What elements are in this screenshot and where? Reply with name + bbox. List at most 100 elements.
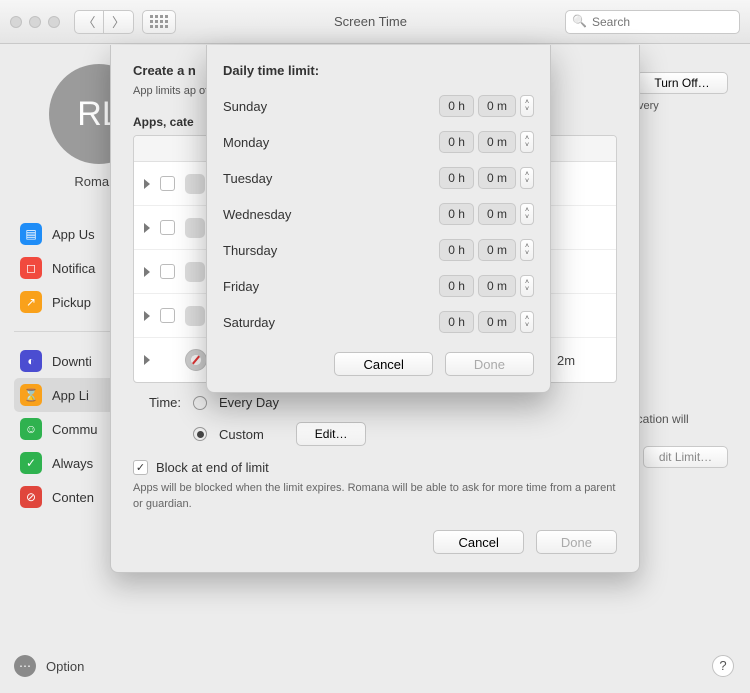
stepper-arrows[interactable]: ˄˅ [520,131,534,153]
sidebar-item-label: Conten [52,490,94,505]
window-controls [10,16,60,28]
custom-label: Custom [219,427,264,442]
sidebar-item-label: Commu [52,422,98,437]
checkbox[interactable] [160,308,175,323]
checkbox[interactable] [160,264,175,279]
sidebar-item-label: Pickup [52,295,91,310]
done-button[interactable]: Done [536,530,617,554]
stepper-arrows[interactable]: ˄˅ [520,311,534,333]
sidebar-item-label: Downti [52,354,92,369]
day-name: Wednesday [223,207,439,222]
minutes-field[interactable]: 0 m [478,311,516,333]
disclosure-icon[interactable] [144,223,150,233]
checkbox[interactable] [160,176,175,191]
chevron-up-icon: ˄ [525,207,529,214]
chevron-up-icon: ˄ [525,279,529,286]
close-icon[interactable] [10,16,22,28]
chevron-down-icon: ˅ [525,142,529,149]
hours-field[interactable]: 0 h [439,239,474,261]
app-icon [185,218,205,238]
show-all-button[interactable] [142,10,176,34]
time-stepper[interactable]: 0 h0 m˄˅ [439,203,534,225]
disclosure-icon[interactable] [144,267,150,277]
minutes-field[interactable]: 0 m [478,239,516,261]
forward-button[interactable]: 〉 [104,10,134,34]
hours-field[interactable]: 0 h [439,311,474,333]
time-stepper[interactable]: 0 h0 m˄˅ [439,311,534,333]
disclosure-icon[interactable] [144,355,150,365]
radio-every-day[interactable] [193,396,207,410]
radio-custom[interactable] [193,427,207,441]
day-row: Monday0 h0 m˄˅ [223,124,534,160]
stepper-arrows[interactable]: ˄˅ [520,275,534,297]
day-name: Saturday [223,315,439,330]
cancel-button[interactable]: Cancel [433,530,523,554]
day-name: Monday [223,135,439,150]
bell-icon: ◻ [20,257,42,279]
block-checkbox[interactable]: ✓ [133,460,148,475]
stack-icon: ▤ [20,223,42,245]
chevron-right-icon: 〉 [112,12,125,31]
titlebar: 〈 〉 Screen Time [0,0,750,44]
block-label: Block at end of limit [156,460,269,475]
minutes-field[interactable]: 0 m [478,95,516,117]
chevron-down-icon: ˅ [525,250,529,257]
hours-field[interactable]: 0 h [439,167,474,189]
options-button[interactable]: ⋯ Option [14,655,84,677]
chevron-down-icon: ˅ [525,178,529,185]
window-title: Screen Time [184,14,557,29]
time-stepper[interactable]: 0 h0 m˄˅ [439,95,534,117]
minutes-field[interactable]: 0 m [478,131,516,153]
minutes-field[interactable]: 0 m [478,167,516,189]
back-button[interactable]: 〈 [74,10,104,34]
stage: RL Romana ▤ App Us ◻ Notifica ↗ Pickup ◐… [0,44,750,693]
sidebar-item-label: App Us [52,227,95,242]
time-stepper[interactable]: 0 h0 m˄˅ [439,131,534,153]
app-icon [185,262,205,282]
nav-group: 〈 〉 [74,10,134,34]
time-stepper[interactable]: 0 h0 m˄˅ [439,275,534,297]
disclosure-icon[interactable] [144,179,150,189]
sidebar-item-label: App Li [52,388,89,403]
chevron-down-icon: ˅ [525,322,529,329]
zoom-icon[interactable] [48,16,60,28]
stepper-arrows[interactable]: ˄˅ [520,203,534,225]
minimize-icon[interactable] [29,16,41,28]
done-button[interactable]: Done [445,352,534,376]
edit-button[interactable]: Edit… [296,422,367,446]
safari-icon [185,349,207,371]
chevron-up-icon: ˄ [525,315,529,322]
ellipsis-icon: ⋯ [14,655,36,677]
minutes-field[interactable]: 0 m [478,203,516,225]
stepper-arrows[interactable]: ˄˅ [520,95,534,117]
day-row: Tuesday0 h0 m˄˅ [223,160,534,196]
turn-off-button[interactable]: Turn Off… [636,72,728,94]
hours-field[interactable]: 0 h [439,275,474,297]
minutes-field[interactable]: 0 m [478,275,516,297]
stepper-arrows[interactable]: ˄˅ [520,239,534,261]
time-stepper[interactable]: 0 h0 m˄˅ [439,239,534,261]
options-label: Option [46,659,84,674]
day-row: Friday0 h0 m˄˅ [223,268,534,304]
search-input[interactable] [565,10,740,34]
disclosure-icon[interactable] [144,311,150,321]
sidebar-item-label: Notifica [52,261,95,276]
check-icon: ✓ [20,452,42,474]
help-button[interactable]: ? [712,655,734,677]
hourglass-icon: ⌛ [20,384,42,406]
edit-limit-button[interactable]: dit Limit… [643,446,728,468]
chevron-down-icon: ˅ [525,214,529,221]
hours-field[interactable]: 0 h [439,95,474,117]
every-day-label: Every Day [219,395,279,410]
hours-field[interactable]: 0 h [439,131,474,153]
cancel-button[interactable]: Cancel [334,352,432,376]
chevron-up-icon: ˄ [525,135,529,142]
hand-icon: ↗ [20,291,42,313]
day-name: Sunday [223,99,439,114]
time-stepper[interactable]: 0 h0 m˄˅ [439,167,534,189]
hours-field[interactable]: 0 h [439,203,474,225]
checkbox[interactable] [160,220,175,235]
stepper-arrows[interactable]: ˄˅ [520,167,534,189]
chevron-down-icon: ˅ [525,286,529,293]
app-icon [185,306,205,326]
